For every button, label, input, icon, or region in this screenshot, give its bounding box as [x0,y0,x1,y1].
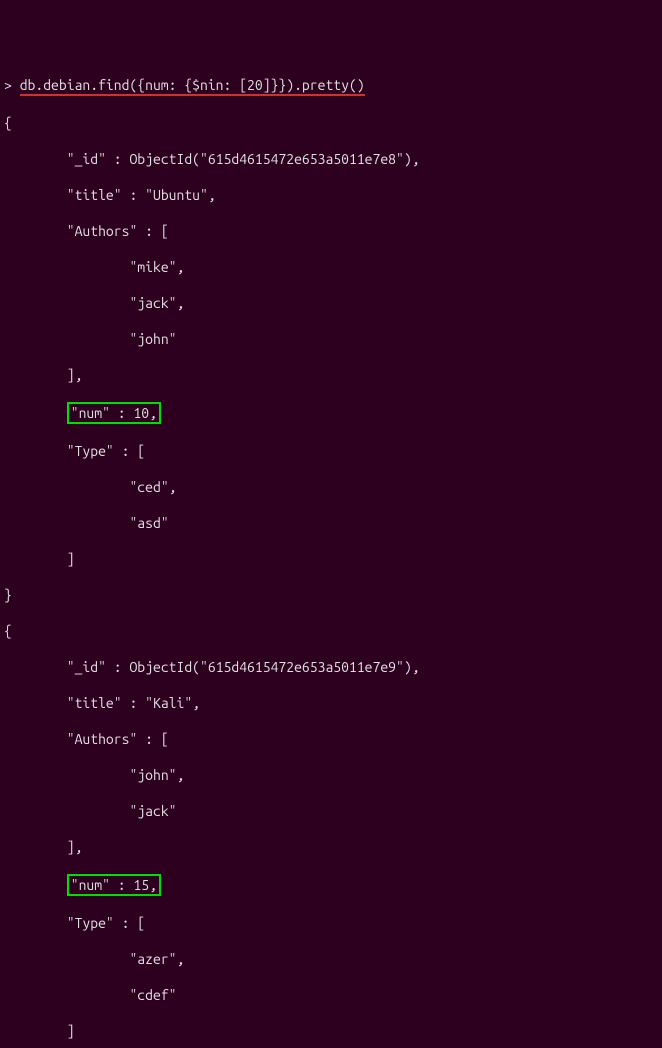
doc0-type-close: ] [4,550,658,568]
doc0-num: "num" : 10, [4,402,658,424]
doc0-type-1: "asd" [4,514,658,532]
doc1-type-close: ] [4,1022,658,1040]
doc1-author-0: "john", [4,766,658,784]
doc0-id: "_id" : ObjectId("615d4615472e653a5011e7… [4,150,658,168]
command-line[interactable]: > db.debian.find({num: {$nin: [20]}}).pr… [4,76,658,96]
doc1-title: "title" : "Kali", [4,694,658,712]
doc1-author-1: "jack" [4,802,658,820]
doc1-type-1: "cdef" [4,986,658,1004]
command-text: db.debian.find({num: {$nin: [20]}}).pret… [20,76,365,96]
doc1-id: "_id" : ObjectId("615d4615472e653a5011e7… [4,658,658,676]
doc0-type-open: "Type" : [ [4,442,658,460]
doc1-authors-open: "Authors" : [ [4,730,658,748]
doc1-type-open: "Type" : [ [4,914,658,932]
prompt-char: > [4,77,12,93]
doc0-author-1: "jack", [4,294,658,312]
doc-close-brace: } [4,586,658,604]
doc-open-brace: { [4,114,658,132]
doc0-type-0: "ced", [4,478,658,496]
doc-open-brace: { [4,622,658,640]
doc0-title: "title" : "Ubuntu", [4,186,658,204]
doc1-type-0: "azer", [4,950,658,968]
num-highlight-box: "num" : 10, [67,402,161,424]
doc0-authors-open: "Authors" : [ [4,222,658,240]
doc1-num: "num" : 15, [4,874,658,896]
num-highlight-box: "num" : 15, [67,874,161,896]
doc1-authors-close: ], [4,838,658,856]
doc0-author-2: "john" [4,330,658,348]
doc0-authors-close: ], [4,366,658,384]
doc0-author-0: "mike", [4,258,658,276]
